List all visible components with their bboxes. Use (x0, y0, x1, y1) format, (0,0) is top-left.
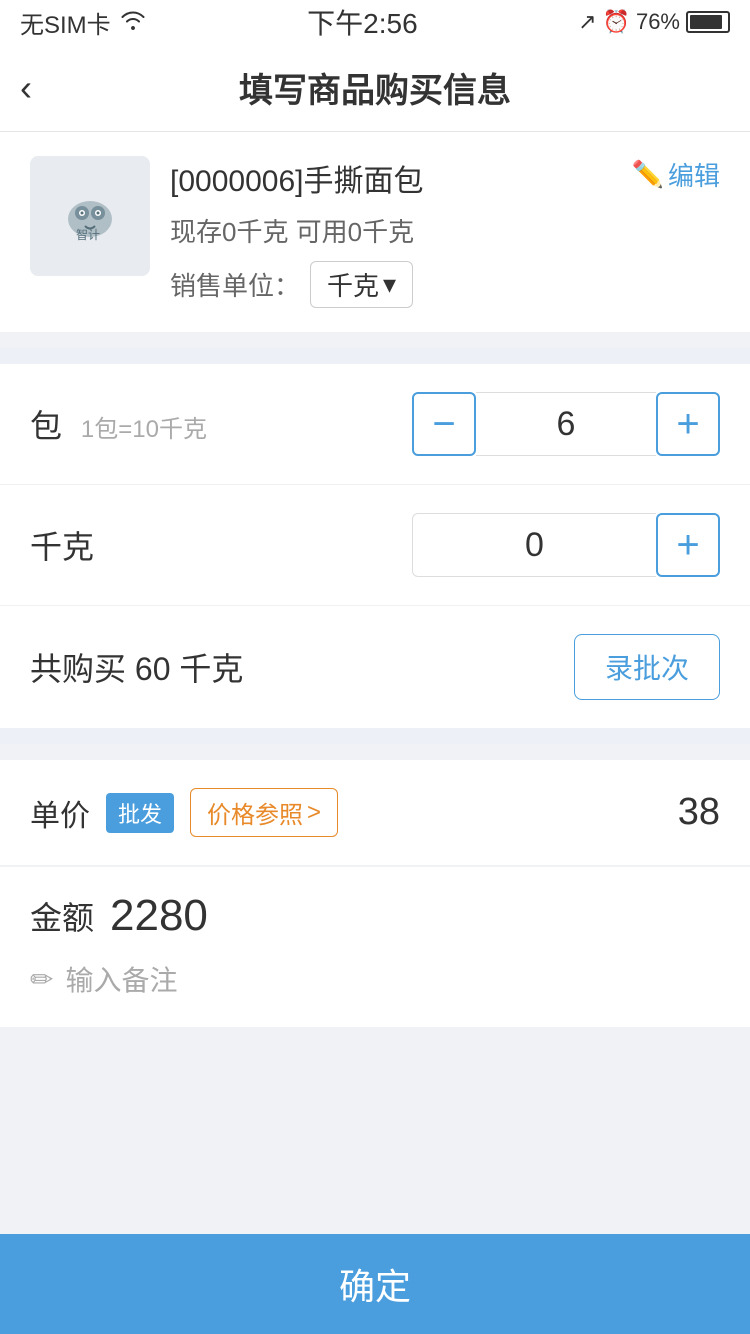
section-divider-2 (0, 728, 750, 744)
price-value: 38 (678, 791, 720, 834)
status-bar: 无SIM卡 下午2:56 ↗ ⏰ 76% (0, 0, 750, 44)
kg-label: 千克 (30, 522, 412, 568)
price-row: 单价 批发 价格参照 > 38 (0, 760, 750, 865)
unit-label: 销售单位： (170, 266, 300, 303)
edit-label: 编辑 (668, 156, 720, 193)
confirm-button[interactable]: 确定 (0, 1234, 750, 1334)
alarm-icon: ⏰ (603, 9, 630, 35)
note-row[interactable]: ✏ 输入备注 (30, 959, 720, 999)
summary-text: 共购买 60 千克 (30, 644, 243, 690)
package-row: 包 1包=10千克 − + (0, 364, 750, 485)
amount-section: 金额 2280 ✏ 输入备注 (0, 867, 750, 1027)
price-ref-button[interactable]: 价格参照 > (190, 788, 338, 837)
back-button[interactable]: ‹ (20, 67, 32, 109)
confirm-label: 确定 (339, 1258, 411, 1310)
carrier-text: 无SIM卡 (20, 5, 111, 40)
price-label: 单价 (30, 791, 90, 835)
edit-icon: ✏️ (632, 159, 664, 190)
page-title: 填写商品购买信息 (239, 63, 511, 112)
wifi-icon (119, 8, 147, 37)
kg-qty-control: + (412, 513, 720, 577)
svg-text:智计: 智计 (76, 227, 100, 241)
kg-row: 千克 + (0, 485, 750, 606)
status-right: ↗ ⏰ 76% (578, 9, 730, 35)
product-unit: 销售单位： 千克 ▾ (170, 261, 720, 308)
price-ref-label: 价格参照 (207, 795, 303, 830)
package-minus-button[interactable]: − (412, 392, 476, 456)
section-divider-1 (0, 348, 750, 364)
amount-value: 2280 (110, 891, 208, 941)
package-hint: 1包=10千克 (81, 416, 207, 443)
product-stock: 现存0千克 可用0千克 (170, 212, 720, 249)
product-thumbnail: 智计 (30, 156, 150, 276)
price-type-tag: 批发 (106, 793, 174, 833)
nav-bar: ‹ 填写商品购买信息 (0, 44, 750, 132)
product-card: 智计 [0000006]手撕面包 ✏️ 编辑 现存0千克 可用0千克 销售单位：… (0, 132, 750, 332)
amount-row: 金额 2280 (30, 891, 720, 941)
status-time: 下午2:56 (307, 2, 418, 42)
summary-row: 共购买 60 千克 录批次 (0, 606, 750, 728)
package-qty-input[interactable] (476, 392, 656, 456)
package-plus-button[interactable]: + (656, 392, 720, 456)
location-icon: ↗ (578, 9, 596, 35)
product-info: [0000006]手撕面包 ✏️ 编辑 现存0千克 可用0千克 销售单位： 千克… (170, 156, 720, 308)
battery-icon (686, 11, 730, 33)
battery-percent: 76% (636, 9, 680, 35)
unit-value: 千克 (327, 266, 379, 303)
kg-plus-button[interactable]: + (656, 513, 720, 577)
price-ref-icon: > (307, 799, 321, 827)
package-qty-control: − + (412, 392, 720, 456)
product-header: [0000006]手撕面包 ✏️ 编辑 (170, 156, 720, 200)
edit-button[interactable]: ✏️ 编辑 (632, 156, 720, 193)
note-placeholder: 输入备注 (65, 959, 177, 999)
kg-qty-input[interactable] (412, 513, 656, 577)
product-name: [0000006]手撕面包 (170, 156, 632, 200)
record-batch-button[interactable]: 录批次 (574, 634, 720, 700)
note-icon: ✏ (30, 963, 53, 996)
unit-select[interactable]: 千克 ▾ (310, 261, 413, 308)
amount-label: 金额 (30, 893, 94, 939)
status-left: 无SIM卡 (20, 5, 147, 40)
package-label: 包 1包=10千克 (30, 401, 412, 447)
unit-dropdown-icon: ▾ (383, 269, 396, 300)
